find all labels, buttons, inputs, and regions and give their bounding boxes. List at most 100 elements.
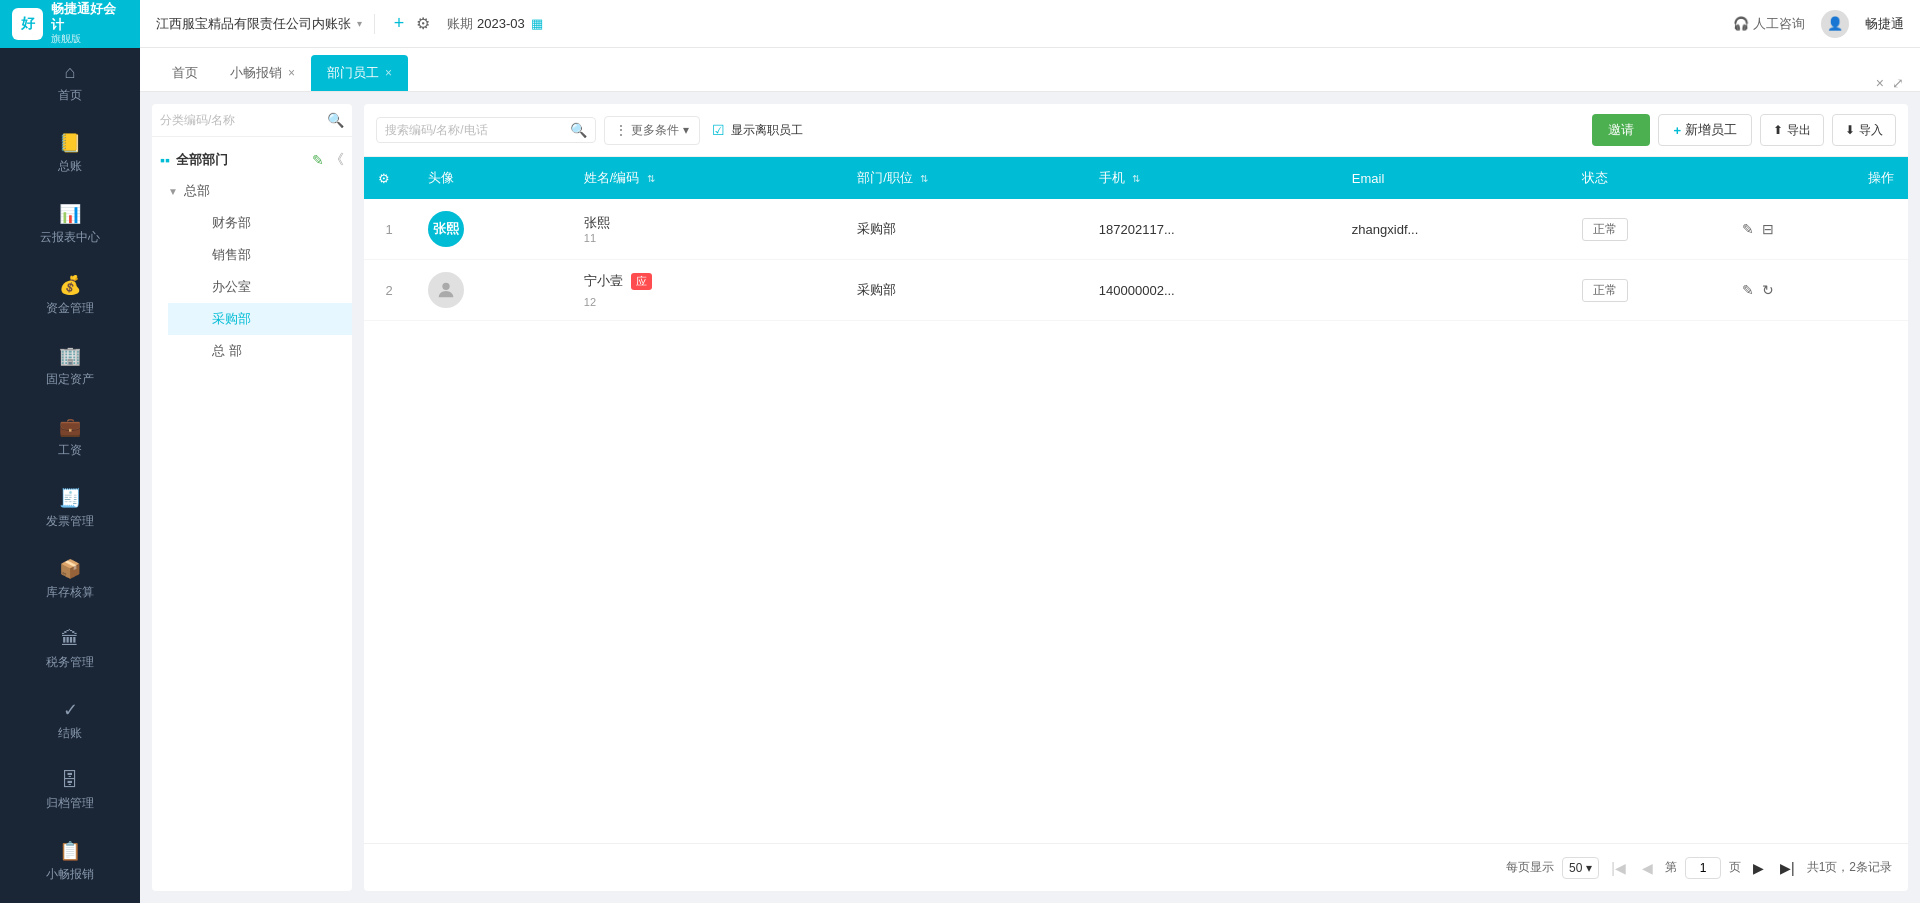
sidebar-item-home[interactable]: ⌂ 首页 (0, 48, 140, 118)
col-phone[interactable]: 手机 ⇅ (1085, 157, 1338, 199)
sidebar-item-label: 总账 (58, 158, 82, 175)
add-employee-button[interactable]: + 新增员工 (1658, 114, 1752, 146)
settings-icon[interactable]: ⚙ (378, 171, 390, 186)
avatar-grey (428, 272, 464, 308)
col-status: 状态 (1568, 157, 1728, 199)
settings-icon[interactable]: ⚙ (411, 12, 435, 36)
per-page-arrow: ▾ (1586, 861, 1592, 875)
tab-home-label: 首页 (172, 64, 198, 82)
dept-root-label: 全部部门 (176, 151, 306, 169)
employee-name: 宁小壹 (584, 272, 623, 290)
search-icon[interactable]: 🔍 (327, 112, 344, 128)
user-name[interactable]: 畅捷通 (1865, 15, 1904, 33)
dept-node-bangongshi[interactable]: 办公室 (168, 271, 352, 303)
toolbar-right: 邀请 + 新增员工 ⬆ 导出 ⬇ 导入 (1592, 114, 1896, 146)
company-selector[interactable]: 江西服宝精品有限责任公司内账张 ▾ (156, 15, 362, 33)
import-icon: ⬇ (1845, 123, 1855, 137)
refresh-icon[interactable]: ↻ (1762, 282, 1774, 298)
dept-search-input[interactable] (160, 113, 323, 127)
inventory-icon: 📦 (59, 558, 81, 580)
tab-expense-close[interactable]: × (288, 66, 295, 80)
row-name-code: 宁小壹 应 12 (570, 260, 843, 321)
total-info: 共1页，2条记录 (1807, 859, 1892, 876)
calendar-icon[interactable]: ▦ (531, 16, 543, 31)
tab-dept-close[interactable]: × (385, 66, 392, 80)
dept-node-zongbu[interactable]: ▼ 总部 (152, 175, 352, 207)
tab-close-all-icon[interactable]: × (1876, 75, 1884, 91)
tab-dept-employee[interactable]: 部门员工 × (311, 55, 408, 91)
per-page-value: 50 (1569, 861, 1582, 875)
show-resigned-toggle[interactable]: ☑ 显示离职员工 (712, 122, 803, 139)
tab-home[interactable]: 首页 (156, 55, 214, 91)
top-header: 好 畅捷通好会计 旗舰版 江西服宝精品有限责任公司内账张 ▾ + ⚙ 账期 20… (0, 0, 1920, 48)
sidebar-item-checkout[interactable]: ✓ 结账 (0, 685, 140, 756)
col-dept-role[interactable]: 部门/职位 ⇅ (843, 157, 1085, 199)
sidebar-item-label: 资金管理 (46, 300, 94, 317)
filter-button[interactable]: ⋮ 更多条件 ▾ (604, 116, 700, 145)
page-number-input[interactable] (1685, 857, 1721, 879)
home-icon: ⌂ (65, 62, 76, 83)
logo-icon: 好 (12, 8, 43, 40)
sidebar-item-inventory[interactable]: 📦 库存核算 (0, 544, 140, 615)
sort-icon: ⇅ (647, 173, 655, 184)
sidebar-item-label: 库存核算 (46, 584, 94, 601)
tab-expense[interactable]: 小畅报销 × (214, 55, 311, 91)
per-page-select[interactable]: 50 ▾ (1562, 857, 1599, 879)
tab-dept-employee-label: 部门员工 (327, 64, 379, 82)
service-button[interactable]: 🎧 人工咨询 (1733, 15, 1805, 33)
col-name-code[interactable]: 姓名/编码 ⇅ (570, 157, 843, 199)
sidebar-item-invoice[interactable]: 🧾 发票管理 (0, 473, 140, 544)
dept-node-zongbu2[interactable]: 总 部 (168, 335, 352, 367)
dept-expand-icon: ▼ (168, 186, 178, 197)
svg-point-0 (442, 283, 449, 290)
sidebar-item-label: 小畅报销 (46, 866, 94, 883)
checkbox-icon: ☑ (712, 122, 725, 138)
employee-code: 11 (584, 232, 829, 244)
sidebar-item-label: 工资 (58, 442, 82, 459)
row-dept: 采购部 (843, 199, 1085, 260)
tabs-right: × ⤢ (1876, 75, 1904, 91)
add-company-button[interactable]: + (387, 12, 411, 36)
next-page-button[interactable]: ▶ (1749, 858, 1768, 878)
row-name-code: 张熙 11 (570, 199, 843, 260)
first-page-button[interactable]: |◀ (1607, 858, 1630, 878)
sidebar-item-assets[interactable]: 🏢 固定资产 (0, 331, 140, 402)
sidebar-item-ledger[interactable]: 📒 总账 (0, 118, 140, 189)
dept-node-caiwubu[interactable]: 财务部 (168, 207, 352, 239)
sidebar-item-settings[interactable]: ⚙ 基础设置 (0, 897, 140, 903)
sidebar-item-archive[interactable]: 🗄 归档管理 (0, 756, 140, 826)
edit-icon[interactable]: ✎ (1742, 221, 1754, 237)
dept-edit-icon[interactable]: ✎ (312, 152, 324, 168)
col-action: 操作 (1728, 157, 1908, 199)
sidebar-item-reports[interactable]: 📊 云报表中心 (0, 189, 140, 260)
sidebar-item-expense[interactable]: 📋 小畅报销 (0, 826, 140, 897)
dept-node-xiaoshoubu[interactable]: 销售部 (168, 239, 352, 271)
dept-node-caigoubu[interactable]: 采购部 (168, 303, 352, 335)
dept-root[interactable]: ▪▪ 全部部门 ✎ 《 (152, 145, 352, 175)
sidebar-item-payroll[interactable]: 💼 工资 (0, 402, 140, 473)
emp-toolbar: 🔍 ⋮ 更多条件 ▾ ☑ 显示离职员工 邀请 + (364, 104, 1908, 157)
page-text-label: 第 (1665, 859, 1677, 876)
status-badge: 正常 (1582, 218, 1628, 241)
sidebar-item-label: 固定资产 (46, 371, 94, 388)
row-email (1338, 260, 1568, 321)
row-email: zhangxidf... (1338, 199, 1568, 260)
prev-page-button[interactable]: ◀ (1638, 858, 1657, 878)
sort-icon: ⇅ (1132, 173, 1140, 184)
sidebar-item-tax[interactable]: 🏛 税务管理 (0, 615, 140, 685)
export-button[interactable]: ⬆ 导出 (1760, 114, 1824, 146)
invite-button[interactable]: 邀请 (1592, 114, 1650, 146)
dept-collapse-icon[interactable]: 《 (330, 151, 344, 169)
plus-icon: + (1673, 123, 1681, 138)
edit-icon[interactable]: ✎ (1742, 282, 1754, 298)
tab-expand-icon[interactable]: ⤢ (1892, 75, 1904, 91)
sidebar-item-funds[interactable]: 💰 资金管理 (0, 260, 140, 331)
row-avatar (414, 260, 570, 321)
employee-search-input[interactable] (385, 123, 566, 137)
show-resigned-label: 显示离职员工 (731, 122, 803, 139)
import-button[interactable]: ⬇ 导入 (1832, 114, 1896, 146)
col-settings[interactable]: ⚙ (364, 157, 414, 199)
last-page-button[interactable]: ▶| (1776, 858, 1799, 878)
logout-icon[interactable]: ⊟ (1762, 221, 1774, 237)
search-icon[interactable]: 🔍 (570, 122, 587, 138)
